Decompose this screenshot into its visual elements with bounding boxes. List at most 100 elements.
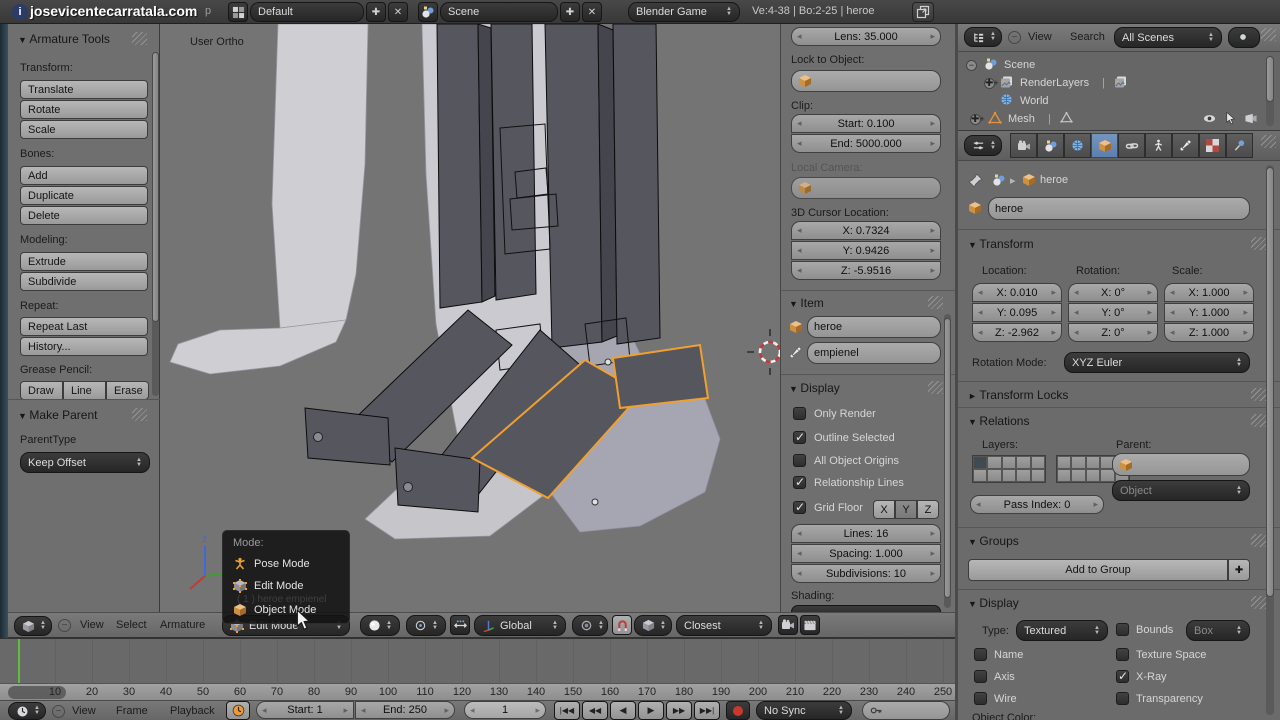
scale-z-field[interactable]: Z: 1.000 [1164, 323, 1254, 342]
location-x-field[interactable]: X: 0.010 [972, 283, 1062, 302]
collapse-scene-icon[interactable] [966, 60, 977, 71]
layer-cell[interactable] [973, 469, 988, 482]
all-object-origins-checkbox[interactable] [793, 454, 806, 467]
item-bone-name-field[interactable]: empienel [807, 342, 941, 364]
grid-lines-field[interactable]: Lines: 16 [791, 524, 941, 543]
repeat-last-button[interactable]: Repeat Last [20, 317, 148, 336]
render-animation-button[interactable] [800, 615, 820, 635]
duplicate-window-icon[interactable] [912, 2, 934, 22]
layout-selector[interactable]: Default [250, 2, 364, 22]
manipulator-toggle[interactable] [450, 615, 470, 635]
layer-cell[interactable] [1085, 456, 1101, 469]
collapse-menus-icon[interactable] [1008, 31, 1021, 44]
transform-panel-header[interactable]: Transform [968, 237, 1033, 251]
snap-target-dropdown[interactable]: Closest [676, 615, 772, 636]
lock-object-field[interactable] [791, 70, 941, 92]
layer-cell[interactable] [1001, 469, 1017, 482]
history-button[interactable]: History... [20, 337, 148, 356]
visibility-eye-icon[interactable] [1202, 112, 1217, 125]
cursor-y-field[interactable]: Y: 0.9426 [791, 241, 941, 260]
playhead[interactable] [18, 639, 20, 683]
add-bone-button[interactable]: Add [20, 166, 148, 185]
engine-selector[interactable]: Blender Game [628, 2, 740, 22]
display-panel-header[interactable]: Display [968, 596, 1018, 610]
frame-ruler[interactable]: 10 20 30 40 50 60 70 80 90 100 110 120 130 140 150 160 1… [0, 683, 955, 701]
view-menu[interactable]: View [72, 705, 96, 717]
rotation-x-field[interactable]: X: 0° [1068, 283, 1158, 302]
layer-cell[interactable] [1085, 469, 1101, 482]
search-menu[interactable]: Search [1070, 31, 1105, 43]
view-menu[interactable]: View [1028, 31, 1052, 43]
selectable-cursor-icon[interactable] [1224, 111, 1237, 125]
frame-end-field[interactable]: End: 250 [355, 701, 455, 719]
menu-item-pose-mode[interactable]: Pose Mode [233, 557, 310, 571]
transparency-checkbox[interactable] [1116, 692, 1129, 705]
tab-particles[interactable] [1226, 133, 1253, 158]
panel-grip[interactable] [1251, 596, 1266, 609]
gp-draw-button[interactable]: Draw [20, 381, 63, 400]
frame-start-field[interactable]: Start: 1 [256, 701, 354, 719]
layout-browse-button[interactable] [228, 2, 248, 22]
panel-grip[interactable] [928, 381, 943, 394]
panel-grip[interactable] [132, 32, 147, 45]
wire-checkbox[interactable] [974, 692, 987, 705]
renderable-camera-icon[interactable] [1244, 112, 1258, 125]
layer-cell[interactable] [1071, 469, 1086, 482]
texture-space-checkbox[interactable] [1116, 648, 1129, 661]
display-panel-header[interactable]: Display [789, 381, 839, 395]
rotation-mode-dropdown[interactable]: XYZ Euler [1064, 352, 1250, 373]
play-reverse-button[interactable]: ◀ [610, 701, 636, 720]
snap-toggle[interactable] [612, 615, 632, 635]
rotation-z-field[interactable]: Z: 0° [1068, 323, 1158, 342]
bounds-checkbox[interactable] [1116, 623, 1129, 636]
collapse-menus-icon[interactable] [58, 619, 71, 632]
tab-constraints[interactable] [1118, 133, 1145, 158]
draw-type-dropdown[interactable]: Textured [1016, 620, 1108, 641]
sync-dropdown[interactable]: No Sync [756, 701, 852, 720]
timeline-tracks[interactable] [0, 639, 955, 683]
location-y-field[interactable]: Y: 0.095 [972, 303, 1062, 322]
scale-y-field[interactable]: Y: 1.000 [1164, 303, 1254, 322]
axis-checkbox[interactable] [974, 670, 987, 683]
grid-axis-y-button[interactable]: Y [895, 500, 917, 519]
collapse-menus-icon[interactable] [52, 705, 65, 718]
rotation-y-field[interactable]: Y: 0° [1068, 303, 1158, 322]
pin-icon[interactable] [968, 173, 983, 188]
layer-cell[interactable] [1016, 469, 1031, 482]
add-group-plus-button[interactable] [1228, 559, 1250, 581]
orientation-dropdown[interactable]: Global [474, 615, 566, 636]
xray-checkbox[interactable] [1116, 669, 1129, 683]
parent-type-dropdown[interactable]: Keep Offset [20, 452, 150, 473]
play-button[interactable]: ▶ [638, 701, 664, 720]
delete-layout-button[interactable] [388, 2, 408, 22]
proportional-edit-dropdown[interactable] [572, 615, 608, 636]
tree-item-mesh[interactable]: Mesh [1008, 113, 1035, 125]
layer-cell[interactable] [1057, 456, 1072, 469]
region-grip[interactable] [1261, 28, 1276, 41]
grid-floor-checkbox[interactable] [793, 500, 806, 514]
jump-next-keyframe-button[interactable]: ▶▶ [666, 701, 692, 720]
npanel-scrollbar[interactable] [944, 314, 951, 608]
rotate-button[interactable]: Rotate [20, 100, 148, 119]
tree-item-world[interactable]: World [1020, 95, 1049, 107]
translate-button[interactable]: Translate [20, 80, 148, 99]
tab-object[interactable] [1091, 133, 1118, 158]
parent-field[interactable] [1112, 453, 1250, 476]
extrude-button[interactable]: Extrude [20, 252, 148, 271]
clip-start-field[interactable]: Start: 0.100 [791, 114, 941, 133]
layer-cell[interactable] [1001, 456, 1017, 469]
tree-item-scene[interactable]: Scene [1004, 59, 1035, 71]
3d-viewport-canvas[interactable]: z y User Ortho [160, 24, 780, 612]
layer-cell[interactable] [1016, 456, 1031, 469]
cursor-x-field[interactable]: X: 0.7324 [791, 221, 941, 240]
layer-cell[interactable] [1071, 456, 1086, 469]
editor-type-selector[interactable] [964, 135, 1002, 156]
shading-dropdown[interactable] [791, 605, 941, 612]
scale-x-field[interactable]: X: 1.000 [1164, 283, 1254, 302]
search-button[interactable] [1228, 27, 1260, 48]
outliner-scrollbar[interactable] [1266, 56, 1274, 126]
layer-cell[interactable] [973, 456, 988, 469]
panel-grip[interactable] [1251, 414, 1266, 427]
frame-menu[interactable]: Frame [116, 705, 148, 717]
delete-scene-button[interactable] [582, 2, 602, 22]
